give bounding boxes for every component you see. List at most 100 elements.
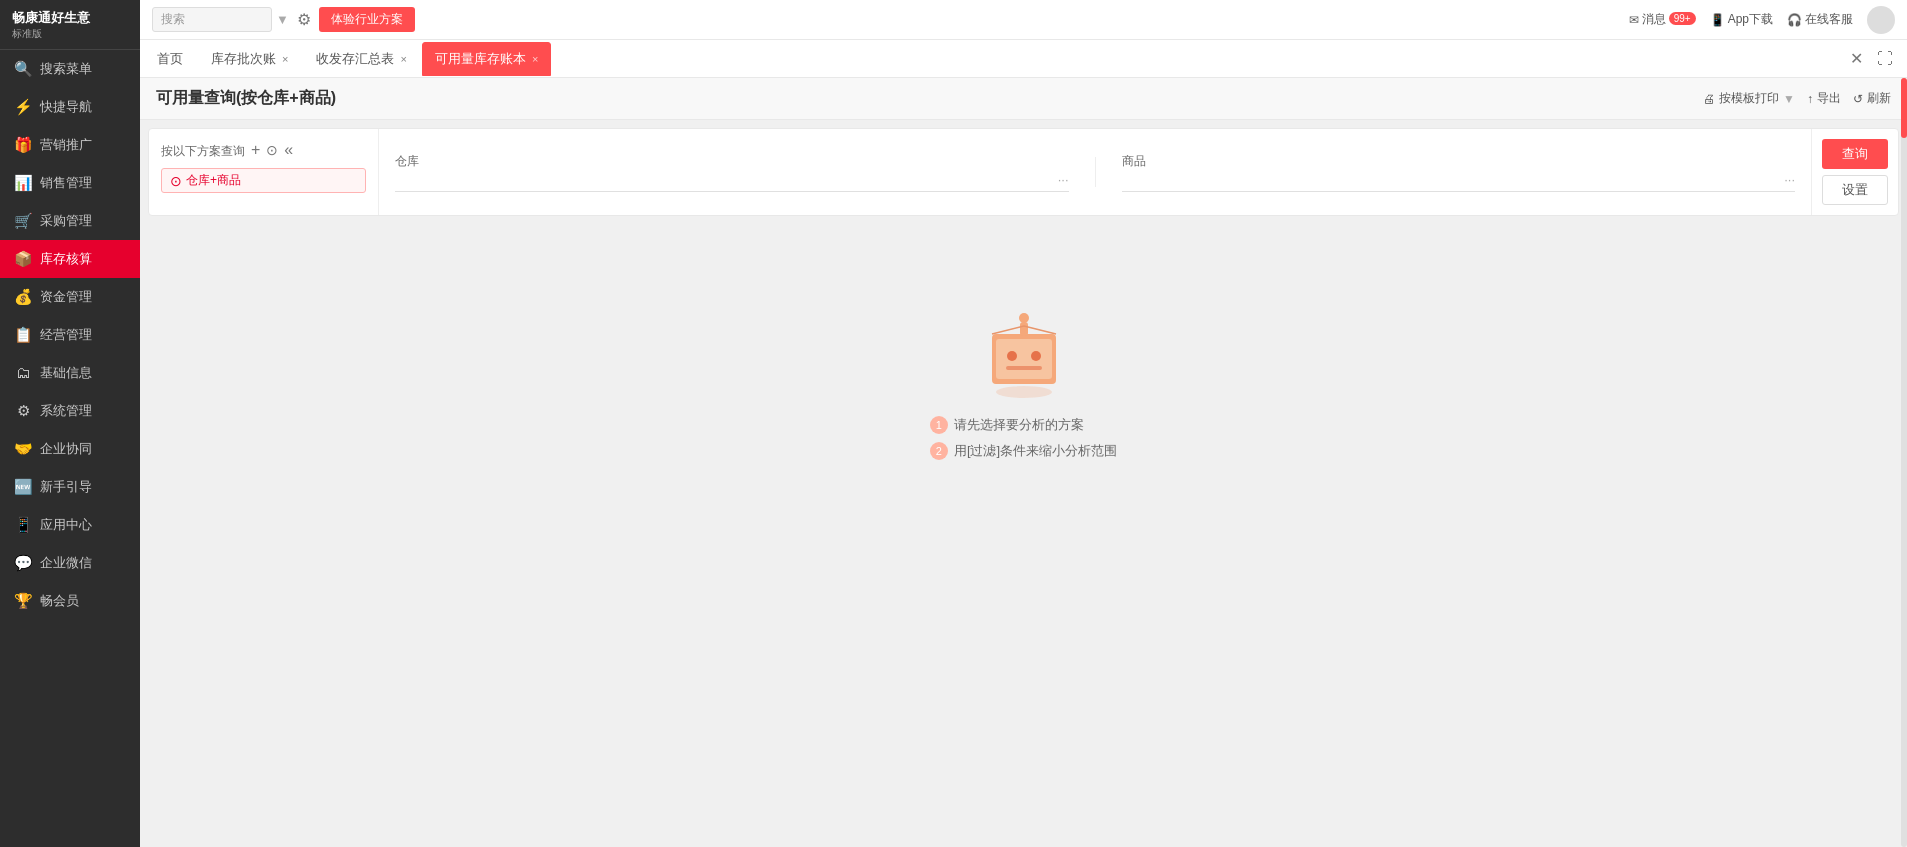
message-label: 消息 [1642, 11, 1666, 28]
tab-summary-close[interactable]: × [400, 53, 406, 65]
tab-bar: 首页 库存批次账 × 收发存汇总表 × 可用量库存账本 × ✕ ⛶ [140, 40, 1907, 78]
tab-batch[interactable]: 库存批次账 × [198, 42, 301, 76]
export-action[interactable]: ↑ 导出 [1807, 90, 1841, 107]
dropdown-icon[interactable]: ▼ [276, 12, 289, 27]
sidebar-item-basic[interactable]: 🗂基础信息 [0, 354, 140, 392]
settings-button[interactable]: 设置 [1822, 175, 1888, 205]
page-content: 可用量查询(按仓库+商品) 🖨 按模板打印 ▼ ↑ 导出 ↺ 刷新 [140, 78, 1907, 847]
message-action[interactable]: ✉ 消息 99+ [1629, 11, 1696, 28]
phone-icon: 📱 [1710, 13, 1725, 27]
maximize-tab-button[interactable]: ⛶ [1873, 48, 1897, 70]
sidebar-icon-operations: 📋 [14, 326, 32, 344]
sidebar-icon-marketing: 🎁 [14, 136, 32, 154]
sidebar-label-apps: 应用中心 [40, 516, 92, 534]
app-download-action[interactable]: 📱 App下载 [1710, 11, 1773, 28]
sidebar-label-guide: 新手引导 [40, 478, 92, 496]
sidebar-item-shortcut[interactable]: ⚡快捷导航 [0, 88, 140, 126]
sidebar-item-search[interactable]: 🔍搜索菜单 [0, 50, 140, 88]
goods-more-icon[interactable]: ··· [1784, 172, 1795, 187]
sidebar-icon-apps: 📱 [14, 516, 32, 534]
sidebar-icon-members: 🏆 [14, 592, 32, 610]
sidebar-label-sales: 销售管理 [40, 174, 92, 192]
sidebar-item-purchase[interactable]: 🛒采购管理 [0, 202, 140, 240]
sidebar-label-system: 系统管理 [40, 402, 92, 420]
message-icon: ✉ [1629, 13, 1639, 27]
goods-input[interactable] [1122, 172, 1781, 187]
warehouse-input-row: ··· [395, 172, 1069, 192]
tab-summary[interactable]: 收发存汇总表 × [303, 42, 419, 76]
sidebar-label-inventory: 库存核算 [40, 250, 92, 268]
print-label: 按模板打印 [1719, 90, 1779, 107]
tab-available-close[interactable]: × [532, 53, 538, 65]
filter-container: 按以下方案查询 + ⊙ « ⊙ 仓库+商品 仓库 [148, 128, 1899, 216]
tab-available[interactable]: 可用量库存账本 × [422, 42, 551, 76]
tip-num-2: 2 [930, 442, 948, 460]
warehouse-input[interactable] [395, 172, 1054, 187]
user-avatar[interactable] [1867, 6, 1895, 34]
sidebar-label-finance: 资金管理 [40, 288, 92, 306]
industry-solution-button[interactable]: 体验行业方案 [319, 7, 415, 32]
tab-batch-close[interactable]: × [282, 53, 288, 65]
tab-bar-end: ✕ ⛶ [1846, 47, 1903, 70]
tab-available-label: 可用量库存账本 [435, 50, 526, 68]
refresh-action[interactable]: ↺ 刷新 [1853, 90, 1891, 107]
sidebar-item-cooperation[interactable]: 🤝企业协同 [0, 430, 140, 468]
sidebar-label-shortcut: 快捷导航 [40, 98, 92, 116]
svg-point-7 [1019, 313, 1029, 323]
customer-service-action[interactable]: 🎧 在线客服 [1787, 11, 1853, 28]
scheme-tag-label: 仓库+商品 [186, 172, 241, 189]
brand-name: 畅康通好生意 [12, 10, 128, 27]
print-action[interactable]: 🖨 按模板打印 ▼ [1703, 90, 1795, 107]
sidebar-item-inventory[interactable]: 📦库存核算 [0, 240, 140, 278]
sidebar-item-marketing[interactable]: 🎁 营销推广 [0, 126, 140, 164]
tip-2-text: 用[过滤]条件来缩小分析范围 [954, 442, 1117, 460]
sidebar-icon-guide: 🆕 [14, 478, 32, 496]
sidebar-item-system[interactable]: ⚙系统管理 [0, 392, 140, 430]
search-bar: 搜索 ▼ [152, 7, 289, 32]
top-actions: ✉ 消息 99+ 📱 App下载 🎧 在线客服 [1629, 6, 1895, 34]
scheme-tag-warehouse-goods[interactable]: ⊙ 仓库+商品 [161, 168, 366, 193]
tip-1-text: 请先选择要分析的方案 [954, 416, 1084, 434]
svg-rect-5 [1006, 366, 1042, 370]
search-input[interactable]: 搜索 [152, 7, 272, 32]
page-title-bar: 可用量查询(按仓库+商品) 🖨 按模板打印 ▼ ↑ 导出 ↺ 刷新 [140, 78, 1907, 120]
sidebar-icon-purchase: 🛒 [14, 212, 32, 230]
refresh-icon: ↺ [1853, 92, 1863, 106]
sidebar-item-sales[interactable]: 📊销售管理 [0, 164, 140, 202]
sidebar-item-finance[interactable]: 💰资金管理 [0, 278, 140, 316]
add-scheme-button[interactable]: + [251, 141, 260, 159]
empty-state: 1 请先选择要分析的方案 2 用[过滤]条件来缩小分析范围 [140, 224, 1907, 540]
export-label: 导出 [1817, 90, 1841, 107]
brand-sub: 标准版 [12, 27, 128, 41]
warehouse-label: 仓库 [395, 153, 1069, 170]
empty-tips: 1 请先选择要分析的方案 2 用[过滤]条件来缩小分析范围 [930, 416, 1117, 460]
sidebar-item-apps[interactable]: 📱 应用中心 [0, 506, 140, 544]
close-tab-button[interactable]: ✕ [1846, 47, 1867, 70]
settings-icon[interactable]: ⚙ [297, 10, 311, 29]
print-icon: 🖨 [1703, 92, 1715, 106]
collapse-button[interactable]: « [284, 141, 293, 159]
svg-line-8 [992, 326, 1024, 334]
page-actions: 🖨 按模板打印 ▼ ↑ 导出 ↺ 刷新 [1703, 90, 1891, 107]
filter-fields-area: 仓库 ··· 商品 ··· [379, 129, 1811, 215]
sidebar-label-marketing: 营销推广 [40, 136, 92, 154]
print-dropdown-icon[interactable]: ▼ [1783, 92, 1795, 106]
sidebar-item-guide[interactable]: 🆕 新手引导 [0, 468, 140, 506]
scheme-tag-icon: ⊙ [170, 173, 182, 189]
settings-scheme-button[interactable]: ⊙ [266, 142, 278, 158]
tab-home[interactable]: 首页 [144, 42, 196, 76]
warehouse-field: 仓库 ··· [395, 153, 1085, 192]
right-scrollbar[interactable] [1901, 78, 1907, 847]
message-badge: 99+ [1669, 12, 1696, 25]
sidebar-scroll: 🔍搜索菜单⚡快捷导航 🎁 营销推广 📊销售管理🛒采购管理📦库存核算💰资金管理📋经营管理… [0, 50, 140, 847]
sidebar-label-basic: 基础信息 [40, 364, 92, 382]
headset-icon: 🎧 [1787, 13, 1802, 27]
sidebar-item-wechat[interactable]: 💬企业微信 [0, 544, 140, 582]
warehouse-more-icon[interactable]: ··· [1058, 172, 1069, 187]
sidebar-item-members[interactable]: 🏆畅会员 [0, 582, 140, 620]
customer-service-label: 在线客服 [1805, 11, 1853, 28]
sidebar-item-operations[interactable]: 📋经营管理 [0, 316, 140, 354]
svg-rect-2 [996, 339, 1052, 379]
query-button[interactable]: 查询 [1822, 139, 1888, 169]
svg-point-0 [996, 386, 1052, 398]
